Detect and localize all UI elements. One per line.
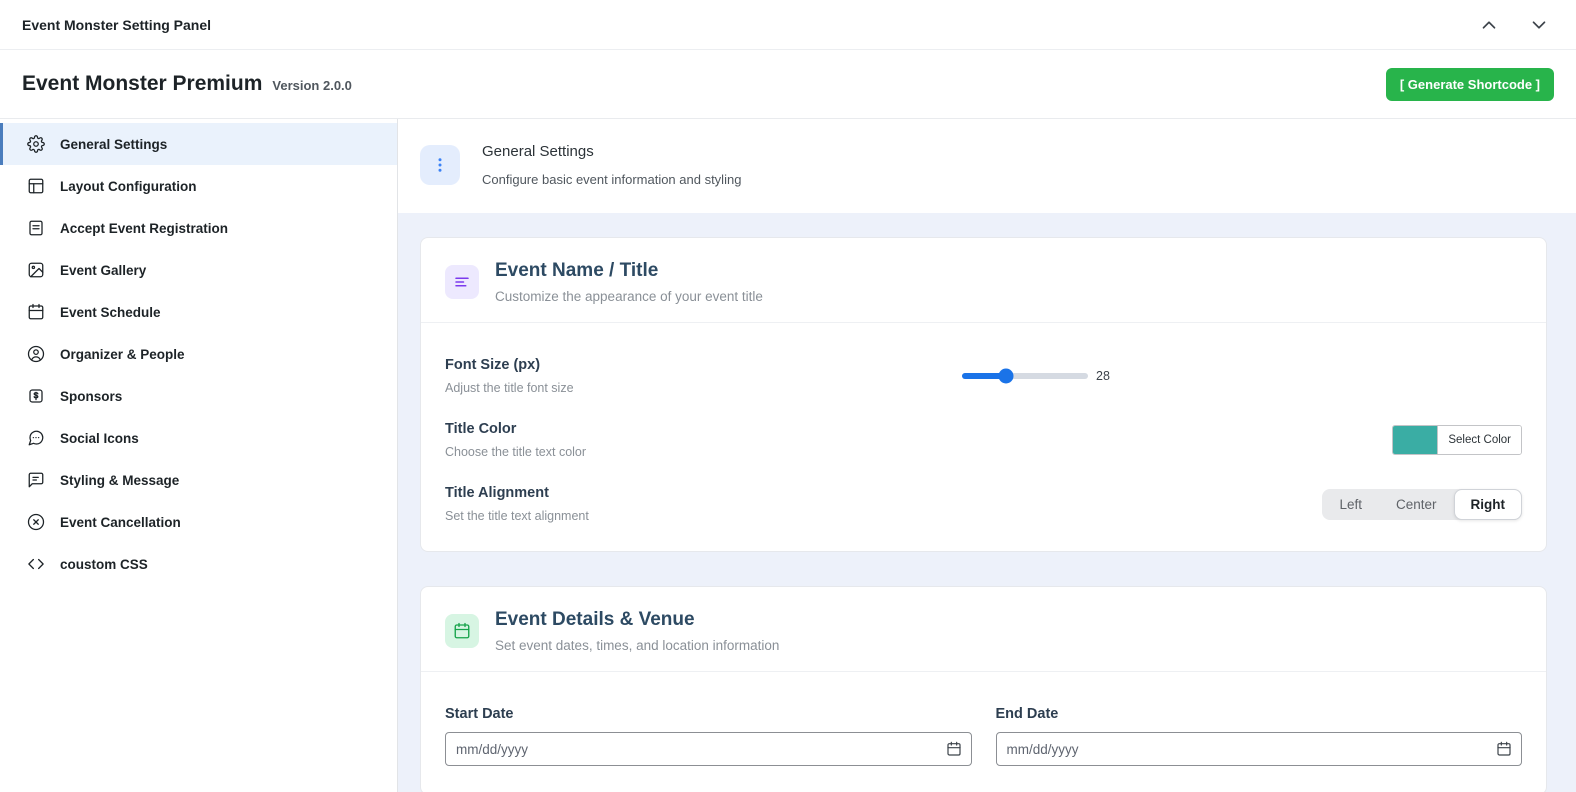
image-icon xyxy=(27,261,45,279)
font-size-label: Font Size (px) xyxy=(445,357,541,373)
sidebar-item-social-icons[interactable]: Social Icons xyxy=(0,417,397,459)
app-title: Event Monster Premium xyxy=(22,72,263,95)
slider-thumb[interactable] xyxy=(998,368,1014,384)
topbar: Event Monster Setting Panel xyxy=(0,0,1576,50)
calendar-picker-icon[interactable] xyxy=(946,741,962,757)
start-date-label: Start Date xyxy=(445,706,514,722)
main-content: General Settings Configure basic event i… xyxy=(398,119,1576,792)
title-color-label: Title Color xyxy=(445,421,517,437)
align-right-button[interactable]: Right xyxy=(1453,488,1522,520)
sidebar-item-sponsors[interactable]: Sponsors xyxy=(0,375,397,417)
font-size-description: Adjust the title font size xyxy=(445,381,574,395)
chevron-up-icon[interactable] xyxy=(1478,14,1500,36)
sidebar-item-event-cancellation[interactable]: Event Cancellation xyxy=(0,501,397,543)
section-title: General Settings xyxy=(482,143,594,160)
calendar-icon xyxy=(445,614,479,648)
dollar-badge-icon xyxy=(27,387,45,405)
generate-shortcode-button[interactable]: [ Generate Shortcode ] xyxy=(1385,67,1554,101)
x-circle-icon xyxy=(27,513,45,531)
sidebar-item-label: Social Icons xyxy=(60,430,139,446)
sidebar-item-organizer-people[interactable]: Organizer & People xyxy=(0,333,397,375)
sidebar-item-general-settings[interactable]: General Settings xyxy=(0,123,397,165)
header: Event Monster Premium Version 2.0.0 [ Ge… xyxy=(0,50,1576,118)
font-size-value: 28 xyxy=(1096,369,1110,383)
person-circle-icon xyxy=(27,345,45,363)
message-square-icon xyxy=(27,471,45,489)
text-align-icon xyxy=(445,265,479,299)
card-subtitle: Set event dates, times, and location inf… xyxy=(495,638,780,653)
gear-icon xyxy=(27,135,45,153)
sidebar-item-event-schedule[interactable]: Event Schedule xyxy=(0,291,397,333)
title-alignment-label: Title Alignment xyxy=(445,485,549,501)
select-color-button[interactable]: Select Color xyxy=(1437,426,1521,454)
end-date-input[interactable] xyxy=(995,732,1522,766)
sidebar-item-layout-configuration[interactable]: Layout Configuration xyxy=(0,165,397,207)
sidebar-item-styling-message[interactable]: Styling & Message xyxy=(0,459,397,501)
calendar-picker-icon[interactable] xyxy=(1496,741,1512,757)
align-left-button[interactable]: Left xyxy=(1322,489,1379,520)
vertical-dots-icon xyxy=(420,145,460,185)
event-title-card: Event Name / Title Customize the appeara… xyxy=(420,237,1547,552)
card-subtitle: Customize the appearance of your event t… xyxy=(495,289,763,304)
sidebar-item-label: Event Gallery xyxy=(60,262,147,278)
title-color-picker[interactable]: Select Color xyxy=(1392,425,1522,455)
section-header: General Settings Configure basic event i… xyxy=(398,119,1576,213)
sidebar-item-label: Layout Configuration xyxy=(60,178,197,194)
sidebar-item-label: coustom CSS xyxy=(60,556,148,572)
sidebar-item-accept-event-registration[interactable]: Accept Event Registration xyxy=(0,207,397,249)
code-icon xyxy=(27,555,45,573)
end-date-field: End Date xyxy=(995,706,1522,766)
event-details-card: Event Details & Venue Set event dates, t… xyxy=(420,586,1547,792)
sidebar-item-label: Accept Event Registration xyxy=(60,220,229,236)
sidebar-item-label: Sponsors xyxy=(60,388,123,404)
sidebar-item-label: Event Schedule xyxy=(60,304,161,320)
title-alignment-description: Set the title text alignment xyxy=(445,509,589,523)
sidebar-item-label: Styling & Message xyxy=(60,472,180,488)
calendar-icon xyxy=(27,303,45,321)
chevron-down-icon[interactable] xyxy=(1528,14,1550,36)
font-size-slider[interactable] xyxy=(962,368,1088,384)
sidebar-item-event-gallery[interactable]: Event Gallery xyxy=(0,249,397,291)
layout-icon xyxy=(27,177,45,195)
card-title: Event Details & Venue xyxy=(495,609,695,630)
title-color-description: Choose the title text color xyxy=(445,445,587,459)
title-alignment-row: Title Alignment Set the title text align… xyxy=(445,459,1522,523)
panel-title: Event Monster Setting Panel xyxy=(22,16,212,33)
section-subtitle: Configure basic event information and st… xyxy=(482,172,742,187)
end-date-label: End Date xyxy=(995,706,1059,722)
sidebar-item-custom-css[interactable]: coustom CSS xyxy=(0,543,397,585)
app-version: Version 2.0.0 xyxy=(272,78,352,93)
start-date-field: Start Date xyxy=(445,706,972,766)
font-size-row: Font Size (px) Adjust the title font siz… xyxy=(445,331,1522,395)
settings-content: Event Name / Title Customize the appeara… xyxy=(398,213,1576,792)
start-date-input[interactable] xyxy=(445,732,972,766)
sidebar-item-label: Event Cancellation xyxy=(60,514,181,530)
sidebar-item-label: Organizer & People xyxy=(60,346,185,362)
align-center-button[interactable]: Center xyxy=(1379,489,1454,520)
chat-bubble-icon xyxy=(27,429,45,447)
card-title: Event Name / Title xyxy=(495,260,659,281)
sidebar: General Settings Layout Configuration Ac… xyxy=(0,119,398,792)
document-icon xyxy=(27,219,45,237)
sidebar-item-label: General Settings xyxy=(60,136,168,152)
title-alignment-group: Left Center Right xyxy=(1322,488,1522,520)
title-color-row: Title Color Choose the title text color … xyxy=(445,395,1522,459)
color-swatch[interactable] xyxy=(1393,426,1438,454)
